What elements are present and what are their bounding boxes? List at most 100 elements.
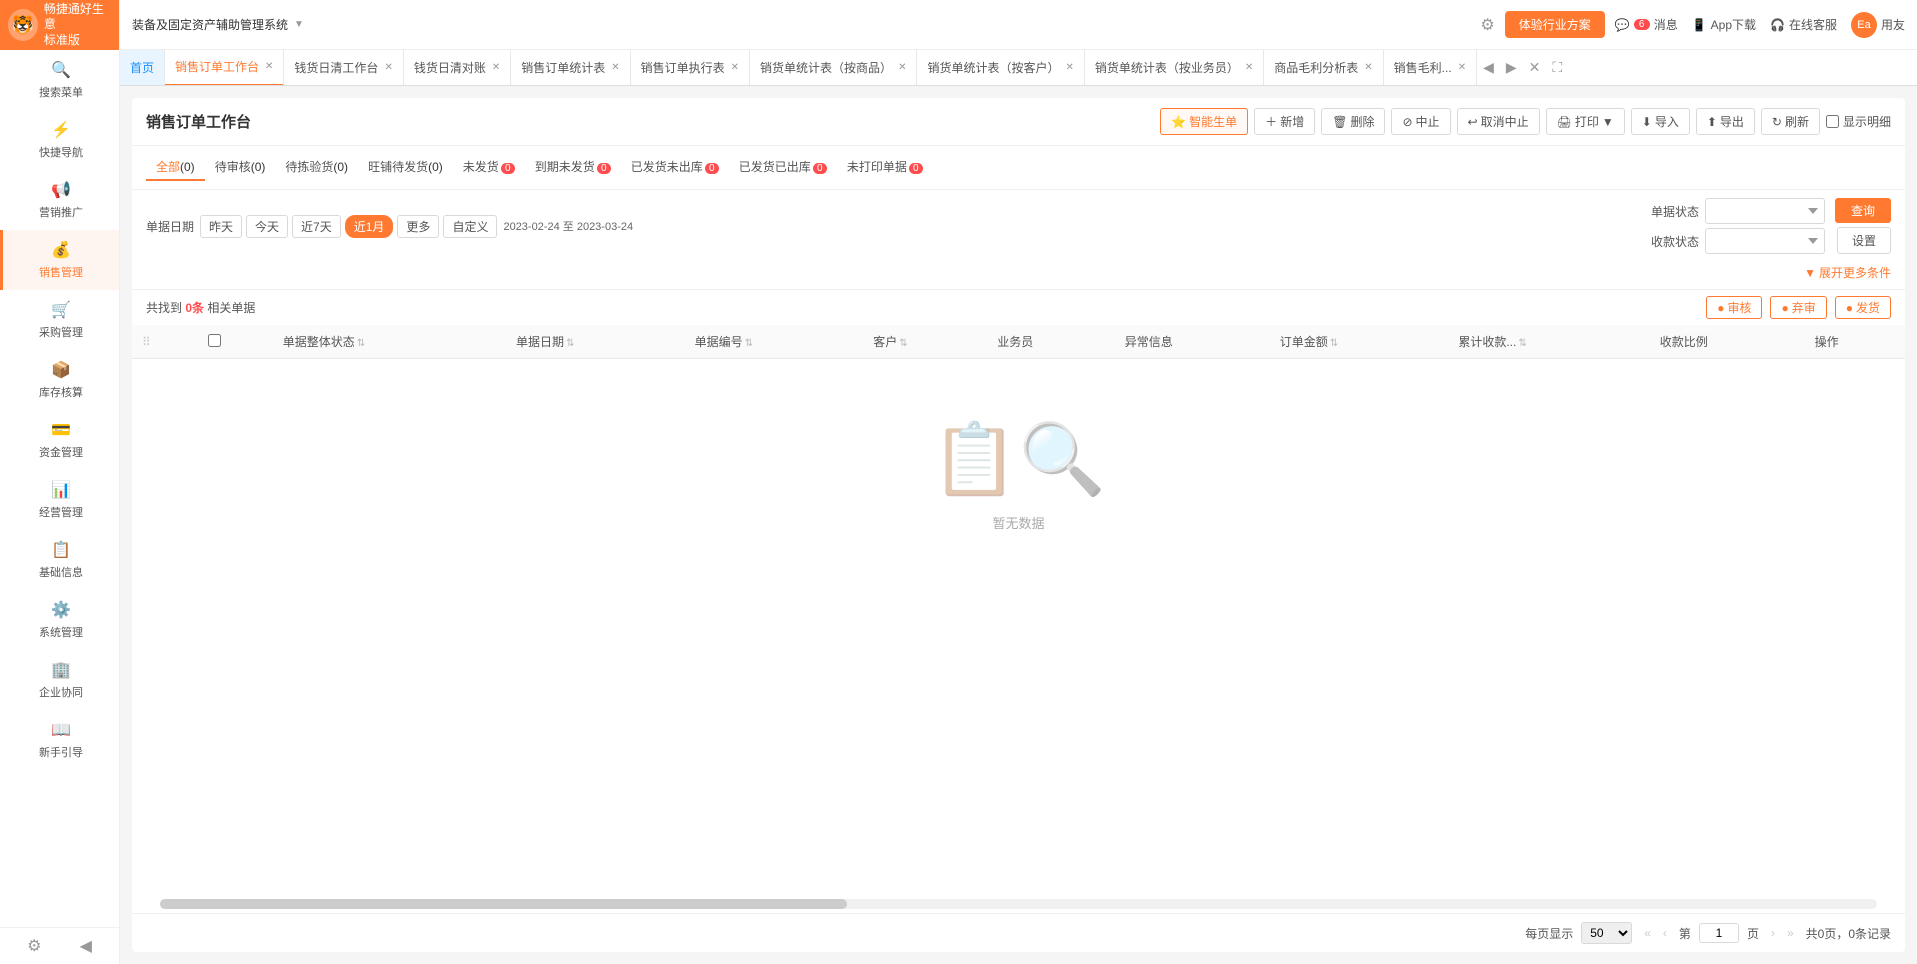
subtab-all[interactable]: 全部(0)	[146, 154, 205, 181]
number-sort-icon[interactable]: ⇅	[745, 338, 753, 349]
page-next-btn[interactable]: ›	[1767, 924, 1779, 942]
export-button[interactable]: ⬆ 导出	[1696, 108, 1755, 135]
status-filter-group: 单据状态	[1651, 198, 1825, 224]
tab-reconcile[interactable]: 钱货日清对账 ✕	[404, 50, 511, 86]
sidebar-item-marketing[interactable]: 📢 营销推广	[0, 170, 119, 230]
page-input[interactable]	[1699, 923, 1739, 943]
date-today-btn[interactable]: 今天	[246, 215, 288, 238]
tabs-next-btn[interactable]: ▶	[1500, 59, 1523, 76]
system-title: 装备及固定资产辅助管理系统	[132, 16, 288, 33]
tab-close-margin-analysis[interactable]: ✕	[1364, 62, 1372, 73]
col-amount: 订单金额⇅	[1270, 325, 1449, 359]
settings-icon[interactable]: ⚙	[27, 936, 41, 956]
print-button[interactable]: 🖨 打印 ▼	[1546, 108, 1625, 135]
subtab-overdue-ship[interactable]: 到期未发货0	[525, 154, 621, 181]
tab-home[interactable]: 首页	[120, 50, 165, 86]
sidebar-item-system[interactable]: ⚙️ 系统管理	[0, 590, 119, 650]
collapse-icon[interactable]: ◀	[80, 936, 92, 956]
cancel-stop-button[interactable]: ↩ 取消中止	[1457, 108, 1540, 135]
subtab-pending-audit[interactable]: 待审核(0)	[205, 154, 276, 181]
show-detail-input[interactable]	[1826, 115, 1839, 128]
customer-sort-icon[interactable]: ⇅	[899, 338, 907, 349]
sidebar-item-search[interactable]: 🔍 搜索菜单	[0, 50, 119, 110]
scroll-thumb[interactable]	[160, 899, 847, 909]
ship-btn[interactable]: ● 发货	[1835, 296, 1891, 319]
smart-create-button[interactable]: ⭐ 智能生单	[1160, 108, 1248, 135]
tab-sales-margin[interactable]: 销售毛利... ✕	[1384, 50, 1477, 86]
per-page-select[interactable]: 50 100	[1581, 922, 1632, 944]
show-detail-checkbox[interactable]: 显示明细	[1826, 113, 1891, 130]
tab-margin-analysis[interactable]: 商品毛利分析表 ✕	[1264, 50, 1383, 86]
tab-close-reconcile[interactable]: ✕	[492, 62, 500, 73]
expand-conditions-btn[interactable]: ▼ 展开更多条件	[1804, 264, 1891, 281]
refresh-button[interactable]: ↻ 刷新	[1761, 108, 1820, 135]
tab-close-customer-stats[interactable]: ✕	[1065, 62, 1073, 73]
page-prev-btn[interactable]: ‹	[1659, 924, 1671, 942]
online-service-button[interactable]: 🎧 在线客服	[1770, 16, 1837, 33]
sidebar-item-finance[interactable]: 💳 资金管理	[0, 410, 119, 470]
set-button[interactable]: 设置	[1837, 227, 1891, 254]
page-last-btn[interactable]: »	[1783, 924, 1798, 942]
collection-sort-icon[interactable]: ⇅	[1518, 338, 1526, 349]
date-1month-btn[interactable]: 近1月	[345, 215, 394, 238]
tab-close-daily-clear[interactable]: ✕	[384, 62, 392, 73]
tab-close-order-exec[interactable]: ✕	[731, 62, 739, 73]
audit-btn[interactable]: ● 审核	[1706, 296, 1762, 319]
status-sort-icon[interactable]: ⇅	[357, 338, 365, 349]
sidebar-item-quick-nav[interactable]: ⚡ 快捷导航	[0, 110, 119, 170]
status-select[interactable]	[1705, 198, 1825, 224]
tabs-close-btn[interactable]: ✕	[1523, 59, 1547, 76]
tab-sales-order[interactable]: 销售订单工作台 ✕	[165, 50, 284, 86]
tabs-expand-btn[interactable]: ⛶	[1546, 59, 1568, 76]
tab-close-goods-stats[interactable]: ✕	[898, 62, 906, 73]
sidebar-item-enterprise[interactable]: 🏢 企业协同	[0, 650, 119, 710]
tab-close-order-stats[interactable]: ✕	[611, 62, 619, 73]
date-yesterday-btn[interactable]: 昨天	[200, 215, 242, 238]
subtab-shipped-not-out[interactable]: 已发货未出库0	[621, 154, 729, 181]
tab-goods-stats[interactable]: 销货单统计表（按商品） ✕	[750, 50, 917, 86]
sidebar-item-operations[interactable]: 📊 经营管理	[0, 470, 119, 530]
tab-close-sales-order[interactable]: ✕	[265, 61, 273, 72]
subtab-unprinted[interactable]: 未打印单据0	[837, 154, 933, 181]
sidebar-item-guide[interactable]: 📖 新手引导	[0, 710, 119, 770]
app-download-button[interactable]: 📱 App下载	[1692, 16, 1756, 33]
select-all-checkbox[interactable]	[208, 334, 221, 347]
message-button[interactable]: 💬 6 消息	[1615, 16, 1678, 33]
date-sort-icon[interactable]: ⇅	[566, 338, 574, 349]
query-button[interactable]: 查询	[1835, 198, 1891, 223]
subtab-shipped-out[interactable]: 已发货已出库0	[729, 154, 837, 181]
subtab-unshipped[interactable]: 未发货0	[453, 154, 525, 181]
tab-order-stats[interactable]: 销售订单统计表 ✕	[511, 50, 630, 86]
import-button[interactable]: ⬇ 导入	[1631, 108, 1690, 135]
tab-staff-stats[interactable]: 销货单统计表（按业务员） ✕	[1085, 50, 1264, 86]
tab-daily-clear[interactable]: 钱货日清工作台 ✕	[284, 50, 403, 86]
amount-sort-icon[interactable]: ⇅	[1330, 338, 1338, 349]
date-more-btn[interactable]: 更多	[397, 215, 439, 238]
subtab-pending-check[interactable]: 待拣验货(0)	[275, 154, 358, 181]
subtab-wangpu-ship[interactable]: 旺铺待发货(0)	[358, 154, 453, 181]
tabs-prev-btn[interactable]: ◀	[1477, 59, 1500, 76]
ship-icon: ●	[1846, 301, 1853, 315]
delete-button[interactable]: 🗑 删除	[1321, 108, 1385, 135]
sidebar-item-basic-info[interactable]: 📋 基础信息	[0, 530, 119, 590]
tab-close-staff-stats[interactable]: ✕	[1245, 62, 1253, 73]
system-dropdown-arrow[interactable]: ▼	[294, 19, 304, 30]
topbar-gear-icon[interactable]: ⚙	[1480, 15, 1494, 35]
page-first-btn[interactable]: «	[1640, 924, 1655, 942]
new-button[interactable]: ＋ 新增	[1254, 108, 1315, 135]
stop-button[interactable]: ⊘ 中止	[1391, 108, 1450, 135]
date-custom-btn[interactable]: 自定义	[443, 215, 497, 238]
tab-customer-stats[interactable]: 销货单统计表（按客户） ✕	[917, 50, 1084, 86]
download-icon: 📱	[1692, 18, 1707, 32]
user-area[interactable]: Ea 用友	[1851, 12, 1905, 38]
sidebar-item-sales[interactable]: 💰 销售管理	[0, 230, 119, 290]
tab-close-sales-margin[interactable]: ✕	[1458, 62, 1466, 73]
sidebar-item-inventory[interactable]: 📦 库存核算	[0, 350, 119, 410]
date-7days-btn[interactable]: 近7天	[292, 215, 341, 238]
industry-solution-button[interactable]: 体验行业方案	[1505, 11, 1605, 38]
tab-order-exec[interactable]: 销售订单执行表 ✕	[631, 50, 750, 86]
sidebar-item-purchase[interactable]: 🛒 采购管理	[0, 290, 119, 350]
unaudit-btn[interactable]: ● 弃审	[1770, 296, 1826, 319]
horizontal-scrollbar[interactable]	[160, 899, 1877, 909]
payment-select[interactable]	[1705, 228, 1825, 254]
